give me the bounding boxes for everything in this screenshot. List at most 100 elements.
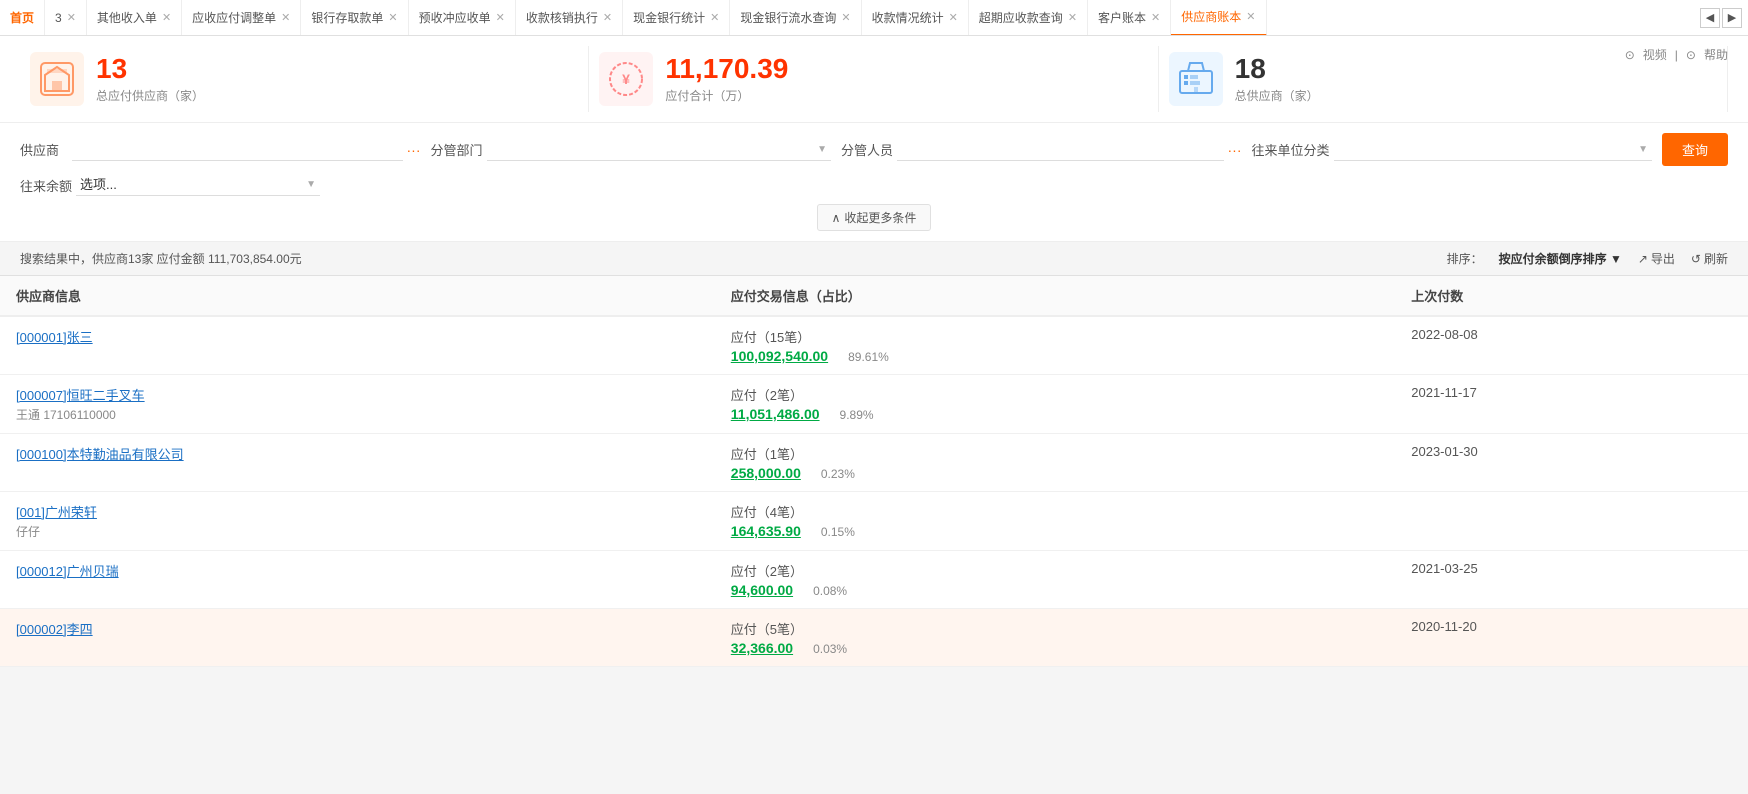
payable-amount[interactable]: 32,366.00 — [731, 640, 793, 656]
nav-tab-cash-bank-stat[interactable]: 现金银行统计 ✕ — [623, 0, 730, 36]
top-right-links: ⊙ 视频 | ⊙ 帮助 — [1625, 46, 1728, 63]
department-select[interactable] — [487, 139, 831, 160]
result-actions: 排序： 按应付余额倒序排序 ▼ ↗ 导出 ↺ 刷新 — [1447, 250, 1728, 267]
refresh-button[interactable]: ↺ 刷新 — [1691, 250, 1728, 267]
close-icon[interactable]: ✕ — [841, 11, 850, 24]
top-navigation: 首页 3 ✕ 其他收入单 ✕ 应收应付调整单 ✕ 银行存取款单 ✕ 预收冲应收单… — [0, 0, 1748, 36]
close-icon[interactable]: ✕ — [162, 11, 171, 24]
result-summary: 搜索结果中，供应商13家 应付金额 111,703,854.00元 — [20, 250, 302, 267]
category-label: 往来单位分类 — [1252, 140, 1330, 159]
supplier-sub-info: 仔仔 — [16, 523, 699, 540]
supplier-table: 供应商信息 应付交易信息（占比） 上次付数 [000001]张三应付（15笔）1… — [0, 276, 1748, 667]
supplier-link[interactable]: [001]广州荣轩 — [16, 505, 97, 520]
balance-select[interactable]: 选项... — [76, 174, 320, 195]
result-bar: 搜索结果中，供应商13家 应付金额 111,703,854.00元 排序： 按应… — [0, 242, 1748, 276]
close-icon[interactable]: ✕ — [603, 11, 612, 24]
refresh-icon: ↺ — [1691, 252, 1701, 266]
payable-info-cell: 应付（2笔）94,600.000.08% — [715, 551, 1395, 609]
nav-tab-cash-bank-flow[interactable]: 现金银行流水查询 ✕ — [730, 0, 861, 36]
stat-number-payable-amount: 11,170.39 — [665, 54, 788, 85]
supplier-link[interactable]: [000012]广州贝瑞 — [16, 564, 119, 579]
supplier-input[interactable] — [72, 139, 403, 161]
close-icon[interactable]: ✕ — [281, 11, 290, 24]
manager-label: 分管人员 — [841, 140, 893, 159]
payable-info-cell: 应付（15笔）100,092,540.0089.61% — [715, 316, 1395, 375]
chevron-up-icon: ∧ — [832, 211, 841, 225]
nav-tab-customer-book[interactable]: 客户账本 ✕ — [1088, 0, 1171, 36]
nav-tab-bank-deposit[interactable]: 银行存取款单 ✕ — [301, 0, 408, 36]
balance-label: 往来余额 — [20, 176, 72, 195]
close-icon[interactable]: ✕ — [388, 11, 397, 24]
payable-amount[interactable]: 100,092,540.00 — [731, 348, 828, 364]
filter-balance: 往来余额 选项... ▼ — [20, 174, 320, 196]
supplier-info-cell: [000100]本特勤油品有限公司 — [0, 434, 715, 492]
close-icon[interactable]: ✕ — [949, 11, 958, 24]
payable-pct: 89.61% — [848, 350, 889, 364]
close-icon[interactable]: ✕ — [1068, 11, 1077, 24]
stat-payable-suppliers: 13 总应付供应商（家） — [20, 46, 589, 112]
nav-tab-receipt-verify[interactable]: 收款核销执行 ✕ — [516, 0, 623, 36]
category-select[interactable] — [1334, 139, 1652, 160]
table-row: [000007]恒旺二手叉车王通 17106110000 应付（2笔） 11,051… — [0, 375, 1748, 434]
export-button[interactable]: ↗ 导出 — [1638, 250, 1675, 267]
manager-dots-icon[interactable]: ··· — [1228, 142, 1242, 158]
sort-value[interactable]: 按应付余额倒序排序 ▼ — [1499, 250, 1622, 267]
payable-count: 应付（2笔） — [731, 385, 1379, 404]
manager-input[interactable] — [897, 139, 1223, 161]
supplier-link[interactable]: [000007]恒旺二手叉车 — [16, 388, 145, 403]
sort-label: 排序： — [1447, 250, 1483, 267]
table-row: [000100]本特勤油品有限公司应付（1笔）258,000.000.23%20… — [0, 434, 1748, 492]
close-icon[interactable]: ✕ — [1246, 10, 1255, 23]
table-row: [000002]李四应付（5笔）32,366.000.03%2020-11-20 — [0, 609, 1748, 667]
nav-tab-supplier-book[interactable]: 供应商账本 ✕ — [1171, 0, 1266, 36]
close-icon[interactable]: ✕ — [67, 11, 76, 24]
nav-tab-home[interactable]: 首页 — [0, 0, 45, 36]
payable-count: 应付（2笔） — [731, 561, 1379, 580]
video-link[interactable]: 视频 — [1643, 46, 1667, 63]
nav-tab-overdue-ar[interactable]: 超期应收款查询 ✕ — [969, 0, 1088, 36]
table-row: [000001]张三应付（15笔）100,092,540.0089.61%202… — [0, 316, 1748, 375]
payable-amount[interactable]: 258,000.00 — [731, 465, 801, 481]
payable-amount[interactable]: 11,051,486.00 — [731, 406, 820, 422]
collapse-button[interactable]: ∧ 收起更多条件 — [817, 204, 932, 231]
nav-tab-receipt-stat[interactable]: 收款情况统计 ✕ — [862, 0, 969, 36]
close-icon[interactable]: ✕ — [710, 11, 719, 24]
supplier-info-cell: [000007]恒旺二手叉车王通 17106110000 — [0, 375, 715, 434]
payable-count: 应付（1笔） — [731, 444, 1379, 463]
payable-info-cell: 应付（4笔）164,635.900.15% — [715, 492, 1395, 551]
nav-scroll-left[interactable]: ◀ — [1700, 8, 1720, 28]
stat-payable-amount: ¥ 11,170.39 应付合计（万） — [589, 46, 1158, 112]
last-payment-date: 2022-08-08 — [1395, 316, 1748, 375]
last-payment-date: 2021-11-17 — [1395, 375, 1748, 434]
supplier-link[interactable]: [000002]李四 — [16, 622, 93, 637]
supplier-payable-icon — [30, 52, 84, 106]
filter-supplier: 供应商 ··· — [20, 139, 421, 161]
help-link[interactable]: 帮助 — [1704, 46, 1728, 63]
supplier-info-cell: [000012]广州贝瑞 — [0, 551, 715, 609]
table-row: [001]广州荣轩仔仔应付（4笔）164,635.900.15% — [0, 492, 1748, 551]
last-payment-date: 2020-11-20 — [1395, 609, 1748, 667]
nav-tab-ar-ap-adjust[interactable]: 应收应付调整单 ✕ — [182, 0, 301, 36]
close-icon[interactable]: ✕ — [1151, 11, 1160, 24]
payable-amount-icon: ¥ — [599, 52, 653, 106]
supplier-info-cell: [001]广州荣轩仔仔 — [0, 492, 715, 551]
table-row: [000012]广州贝瑞应付（2笔）94,600.000.08%2021-03-… — [0, 551, 1748, 609]
help-icon: ⊙ — [1686, 48, 1696, 62]
supplier-dots-icon[interactable]: ··· — [407, 142, 421, 158]
supplier-info-cell: [000002]李四 — [0, 609, 715, 667]
filter-department: 分管部门 ▼ — [431, 139, 832, 161]
close-icon[interactable]: ✕ — [496, 11, 505, 24]
search-button[interactable]: 查询 — [1662, 133, 1728, 166]
total-suppliers-icon — [1169, 52, 1223, 106]
stat-number-payable-suppliers: 13 — [96, 54, 204, 85]
nav-scroll-right[interactable]: ▶ — [1722, 8, 1742, 28]
nav-tab-3[interactable]: 3 ✕ — [45, 0, 87, 36]
nav-tab-other-income[interactable]: 其他收入单 ✕ — [87, 0, 182, 36]
supplier-link[interactable]: [000001]张三 — [16, 330, 93, 345]
payable-amount[interactable]: 164,635.90 — [731, 523, 801, 539]
nav-tab-prepaid-ar[interactable]: 预收冲应收单 ✕ — [409, 0, 516, 36]
col-last-payment: 上次付数 — [1395, 276, 1748, 316]
stat-label-payable-suppliers: 总应付供应商（家） — [96, 87, 204, 104]
payable-amount[interactable]: 94,600.00 — [731, 582, 793, 598]
supplier-link[interactable]: [000100]本特勤油品有限公司 — [16, 447, 184, 462]
